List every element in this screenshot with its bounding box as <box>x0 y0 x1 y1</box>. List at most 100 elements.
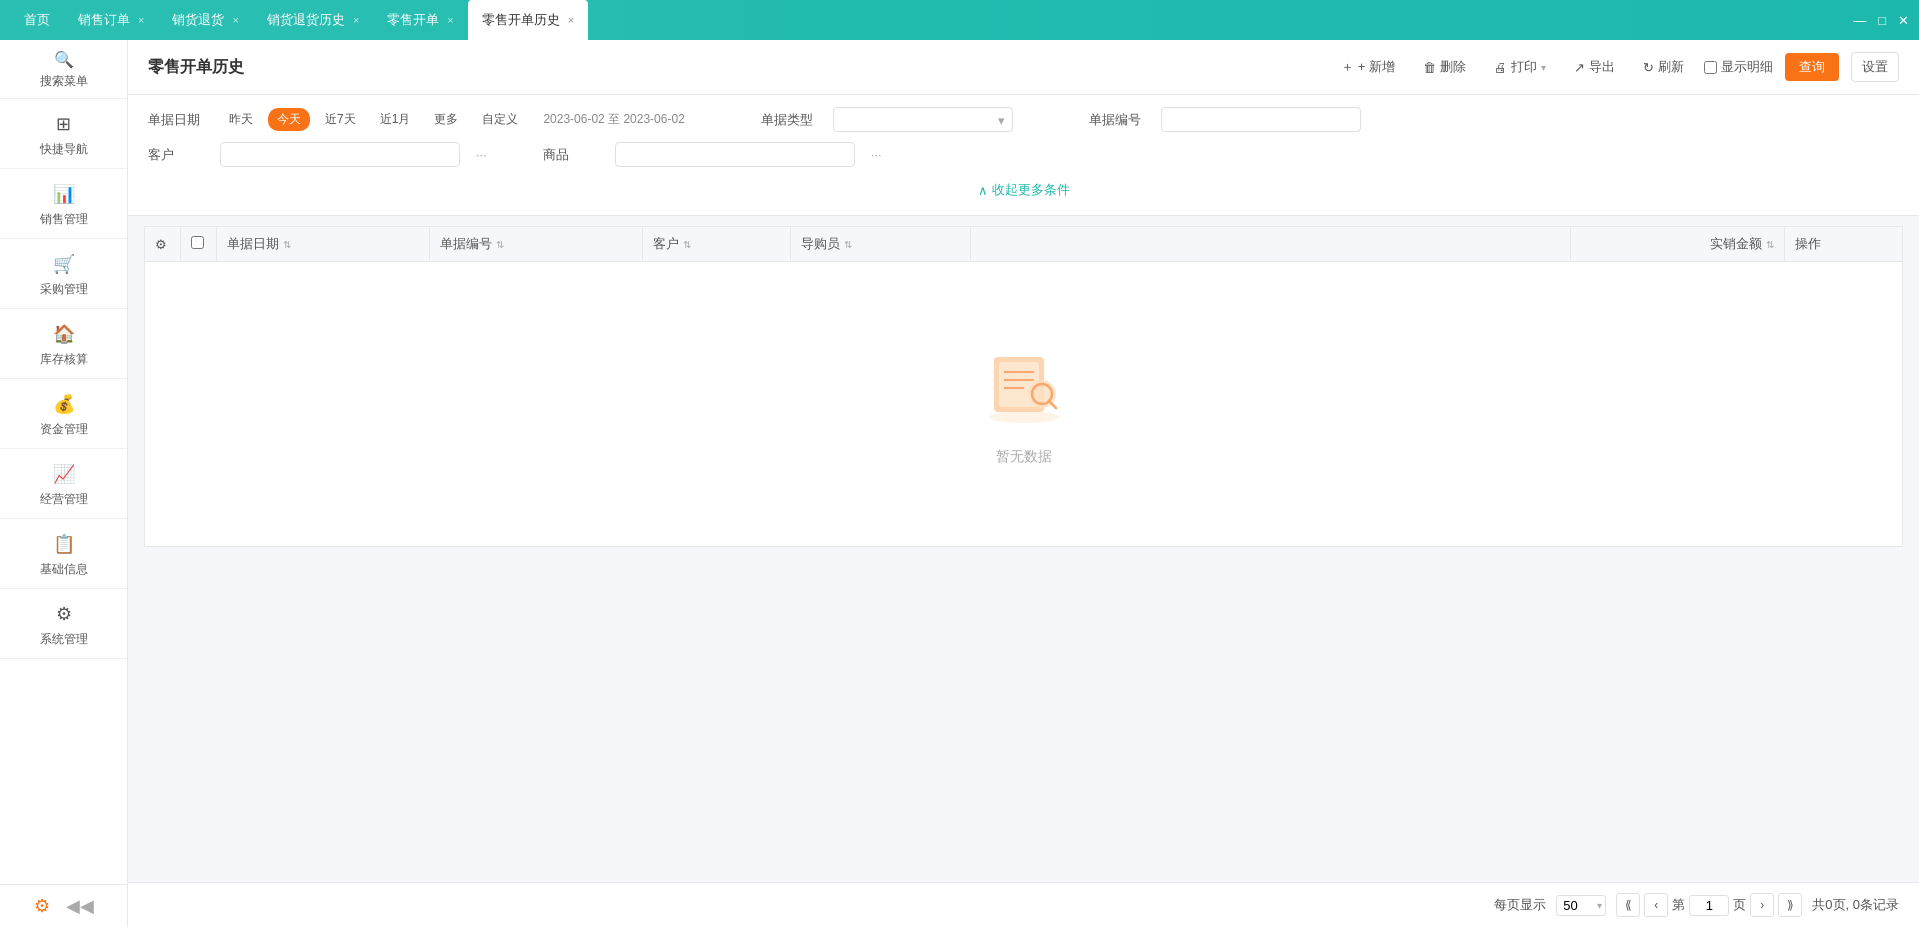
per-page-select-wrap: 20 50 100 200 <box>1556 895 1606 916</box>
print-button[interactable]: 🖨 打印 ▾ <box>1486 54 1554 80</box>
filter-row-2: 客户 ··· 商品 ··· <box>148 142 1899 167</box>
refresh-button[interactable]: ↻ 刷新 <box>1635 54 1692 80</box>
th-check[interactable] <box>181 227 217 262</box>
tab-retail-open-history[interactable]: 零售开单历史 × <box>468 0 588 40</box>
window-controls: — □ ✕ <box>1853 13 1909 28</box>
top-bar: 首页 销售订单 × 销货退货 × 销货退货历史 × 零售开单 × 零售开单历史 … <box>0 0 1919 40</box>
quick-nav-icon: ⊞ <box>56 113 71 135</box>
sidebar-item-basic-info[interactable]: 📋 基础信息 <box>0 519 127 589</box>
tab-home[interactable]: 首页 <box>10 0 64 40</box>
select-all-checkbox[interactable] <box>191 236 204 249</box>
window-minimize-btn[interactable]: — <box>1853 13 1866 28</box>
sidebar-item-label: 基础信息 <box>40 561 88 578</box>
page-title: 零售开单历史 <box>148 57 244 90</box>
tab-retail-open[interactable]: 零售开单 × <box>373 0 467 40</box>
product-dots[interactable]: ··· <box>871 147 882 162</box>
basic-info-icon: 📋 <box>53 533 75 555</box>
add-button[interactable]: ＋ + 新增 <box>1333 54 1403 80</box>
prev-page-btn[interactable]: ‹ <box>1644 893 1668 917</box>
doc-type-label: 单据类型 <box>761 111 817 129</box>
sidebar-item-quick-nav[interactable]: ⊞ 快捷导航 <box>0 99 127 169</box>
settings-icon[interactable]: ⚙ <box>155 237 167 252</box>
operations-icon: 📈 <box>53 463 75 485</box>
print-label: 打印 <box>1511 58 1537 76</box>
add-icon: ＋ <box>1341 58 1354 76</box>
sidebar-item-inventory[interactable]: 🏠 库存核算 <box>0 309 127 379</box>
show-detail-check[interactable] <box>1704 61 1717 74</box>
delete-icon: 🗑 <box>1423 60 1436 75</box>
customer-filter-label: 客户 <box>148 146 204 164</box>
tab-sales-return-history[interactable]: 销货退货历史 × <box>253 0 373 40</box>
collapse-more-conditions[interactable]: ∧ 收起更多条件 <box>148 177 1899 203</box>
sidebar-settings-icon[interactable]: ⚙ <box>34 895 50 917</box>
sidebar-item-finance[interactable]: 💰 资金管理 <box>0 379 127 449</box>
export-button[interactable]: ↗ 导出 <box>1566 54 1623 80</box>
sidebar-item-purchase-mgmt[interactable]: 🛒 采购管理 <box>0 239 127 309</box>
show-detail-checkbox[interactable]: 显示明细 <box>1704 58 1773 76</box>
th-no[interactable]: 单据编号 ⇅ <box>430 227 643 262</box>
tab-sales-return[interactable]: 销货退货 × <box>158 0 252 40</box>
last-page-btn[interactable]: ⟫ <box>1778 893 1802 917</box>
search-icon: 🔍 <box>54 50 74 69</box>
sidebar-search[interactable]: 🔍 搜索菜单 <box>0 40 127 99</box>
delete-button[interactable]: 🗑 删除 <box>1415 54 1474 80</box>
product-input[interactable] <box>615 142 855 167</box>
sidebar-collapse-icon[interactable]: ◀◀ <box>66 895 94 917</box>
doc-type-select[interactable] <box>833 107 1013 132</box>
export-label: 导出 <box>1589 58 1615 76</box>
close-icon[interactable]: × <box>568 14 574 26</box>
th-amount-label: 实销金额 <box>1710 236 1762 251</box>
svg-point-0 <box>989 411 1059 423</box>
purchase-mgmt-icon: 🛒 <box>53 253 75 275</box>
window-close-btn[interactable]: ✕ <box>1898 13 1909 28</box>
tab-retail-open-history-label: 零售开单历史 <box>482 11 560 29</box>
query-button[interactable]: 查询 <box>1785 53 1839 81</box>
date-btn-today[interactable]: 今天 <box>268 108 310 131</box>
th-no-label: 单据编号 <box>440 236 492 251</box>
th-date[interactable]: 单据日期 ⇅ <box>217 227 430 262</box>
sidebar-item-label: 资金管理 <box>40 421 88 438</box>
delete-label: 删除 <box>1440 58 1466 76</box>
date-btn-custom[interactable]: 自定义 <box>473 108 527 131</box>
close-icon[interactable]: × <box>138 14 144 26</box>
th-amount[interactable]: 实销金额 ⇅ <box>1571 227 1784 262</box>
refresh-label: 刷新 <box>1658 58 1684 76</box>
first-page-btn[interactable]: ⟪ <box>1616 893 1640 917</box>
date-btn-last7[interactable]: 近7天 <box>316 108 365 131</box>
th-customer[interactable]: 客户 ⇅ <box>643 227 791 262</box>
sidebar-item-operations[interactable]: 📈 经营管理 <box>0 449 127 519</box>
th-date-label: 单据日期 <box>227 236 279 251</box>
tab-sales-return-label: 销货退货 <box>172 11 224 29</box>
doc-no-input[interactable] <box>1161 107 1361 132</box>
date-btn-yesterday[interactable]: 昨天 <box>220 108 262 131</box>
date-btn-more[interactable]: 更多 <box>425 108 467 131</box>
next-page-btn[interactable]: › <box>1750 893 1774 917</box>
th-salesperson[interactable]: 导购员 ⇅ <box>790 227 970 262</box>
add-label: + 新增 <box>1358 58 1395 76</box>
sidebar-item-system-mgmt[interactable]: ⚙ 系统管理 <box>0 589 127 659</box>
th-settings[interactable]: ⚙ <box>145 227 181 262</box>
date-btn-last1month[interactable]: 近1月 <box>371 108 420 131</box>
close-icon[interactable]: × <box>232 14 238 26</box>
empty-state-icon <box>974 342 1074 432</box>
page-num-input[interactable] <box>1689 895 1729 916</box>
sidebar-item-label: 采购管理 <box>40 281 88 298</box>
settings-button[interactable]: 设置 <box>1851 52 1899 82</box>
per-page-select[interactable]: 20 50 100 200 <box>1556 895 1606 916</box>
customer-input[interactable] <box>220 142 460 167</box>
close-icon[interactable]: × <box>447 14 453 26</box>
sidebar-item-label: 快捷导航 <box>40 141 88 158</box>
doc-no-label: 单据编号 <box>1089 111 1145 129</box>
date-filter-label: 单据日期 <box>148 111 204 129</box>
sidebar-item-sales-mgmt[interactable]: 📊 销售管理 <box>0 169 127 239</box>
tab-sales-order[interactable]: 销售订单 × <box>64 0 158 40</box>
print-icon: 🖨 <box>1494 60 1507 75</box>
table-header-row: ⚙ 单据日期 ⇅ 单据编号 ⇅ <box>145 227 1903 262</box>
toolbar: ＋ + 新增 🗑 删除 🖨 打印 ▾ ↗ 导出 ↻ <box>1333 52 1899 94</box>
tab-home-label: 首页 <box>24 11 50 29</box>
window-maximize-btn[interactable]: □ <box>1878 13 1886 28</box>
th-customer-label: 客户 <box>653 236 679 251</box>
close-icon[interactable]: × <box>353 14 359 26</box>
customer-dots[interactable]: ··· <box>476 147 487 162</box>
filter-area: 单据日期 昨天 今天 近7天 近1月 更多 自定义 2023-06-02 至 2… <box>128 95 1919 216</box>
